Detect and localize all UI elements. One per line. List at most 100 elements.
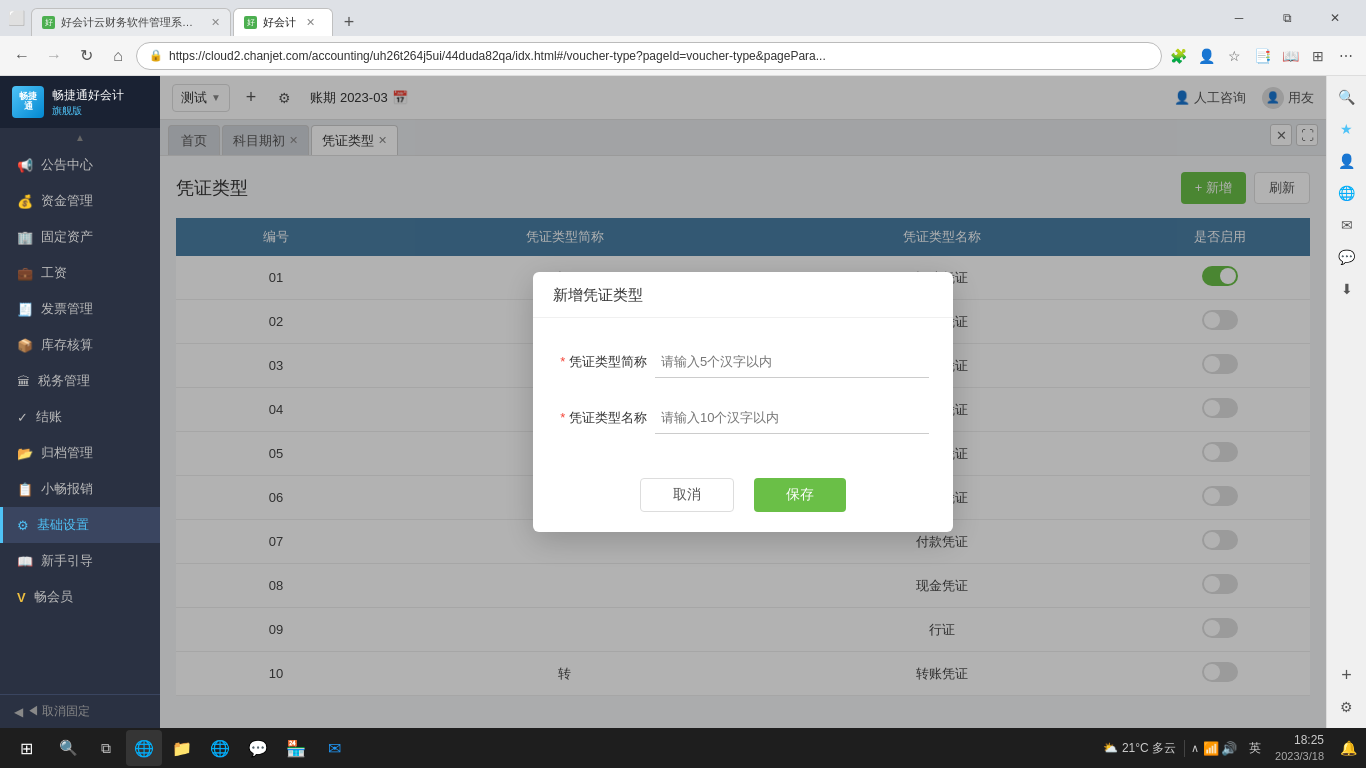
abbr-form-row: * 凭证类型简称	[557, 346, 929, 378]
edge-taskbar-btn[interactable]: 🌐	[126, 730, 162, 766]
browser-more-btn[interactable]: ⋯	[1334, 44, 1358, 68]
chrome-taskbar-btn[interactable]: 🌐	[202, 730, 238, 766]
checkout-icon: ✓	[17, 410, 28, 425]
split-screen-btn[interactable]: ⊞	[1306, 44, 1330, 68]
nav-label-settings: 基础设置	[37, 516, 89, 534]
name-input[interactable]	[655, 402, 929, 434]
nav-label-invoice: 发票管理	[41, 300, 93, 318]
address-input-wrapper: 🔒	[136, 42, 1162, 70]
favorites-btn[interactable]: ☆	[1222, 44, 1246, 68]
modal-body: * 凭证类型简称 * 凭证类型名称	[533, 318, 953, 470]
wechat-taskbar-btn[interactable]: 💬	[240, 730, 276, 766]
sidebar-subtitle: 旗舰版	[52, 104, 124, 118]
nav-item-settings[interactable]: ⚙ 基础设置	[0, 507, 160, 543]
chat-panel-btn[interactable]: 💬	[1334, 244, 1360, 270]
capital-icon: 💰	[17, 194, 33, 209]
star-panel-btn[interactable]: ★	[1334, 116, 1360, 142]
home-button[interactable]: ⌂	[104, 42, 132, 70]
restore-button[interactable]: ⧉	[1264, 4, 1310, 32]
nav-label-archive: 归档管理	[41, 444, 93, 462]
notification-btn[interactable]: 🔔	[1334, 730, 1362, 766]
tray-chevron[interactable]: ∧	[1189, 740, 1201, 757]
volume-tray-icon[interactable]: 🔊	[1221, 741, 1237, 756]
sidebar-logo: 畅捷通	[12, 86, 44, 118]
nav-item-member[interactable]: V 畅会员	[0, 579, 160, 615]
extensions-btn[interactable]: 🧩	[1166, 44, 1190, 68]
nav-item-notice[interactable]: 📢 公告中心	[0, 147, 160, 183]
user-panel-btn[interactable]: 👤	[1334, 148, 1360, 174]
nav-label-salary: 工资	[41, 264, 67, 282]
name-form-row: * 凭证类型名称	[557, 402, 929, 434]
profile-btn[interactable]: 👤	[1194, 44, 1218, 68]
network-tray-icon[interactable]: 📶	[1203, 741, 1219, 756]
abbr-input[interactable]	[655, 346, 929, 378]
search-panel-btn[interactable]: 🔍	[1334, 84, 1360, 110]
reload-button[interactable]: ↻	[72, 42, 100, 70]
start-button[interactable]: ⊞	[4, 730, 48, 766]
panel-settings-btn[interactable]: ⚙	[1334, 694, 1360, 720]
sys-tray: ∧ 📶 🔊	[1184, 740, 1241, 757]
input-lang[interactable]: 英	[1245, 738, 1265, 759]
window-controls: ─ ⧉ ✕	[1216, 4, 1358, 32]
browser-tab-1[interactable]: 好 好会计云财务软件管理系统_会计 ✕	[31, 8, 231, 36]
browser-tab-2[interactable]: 好 好会计 ✕	[233, 8, 333, 36]
tab2-favicon: 好	[244, 16, 257, 29]
scroll-indicator-top: ▲	[0, 128, 160, 147]
reading-view-btn[interactable]: 📖	[1278, 44, 1302, 68]
address-input[interactable]	[169, 49, 1149, 63]
right-panel: 🔍 ★ 👤 🌐 ✉ 💬 ⬇ + ⚙	[1326, 76, 1366, 728]
guide-icon: 📖	[17, 554, 33, 569]
address-bar: ← → ↻ ⌂ 🔒 🧩 👤 ☆ 📑 📖 ⊞ ⋯	[0, 36, 1366, 76]
clock[interactable]: 18:25 2023/3/18	[1269, 732, 1330, 764]
save-button[interactable]: 保存	[754, 478, 846, 512]
globe-panel-btn[interactable]: 🌐	[1334, 180, 1360, 206]
new-tab-button[interactable]: +	[335, 8, 363, 36]
forward-button[interactable]: →	[40, 42, 68, 70]
sidebar: 畅捷通 畅捷通好会计 旗舰版 ▲ 📢 公告中心 💰 资金管理 🏢 固定资产	[0, 76, 160, 728]
nav-item-inventory[interactable]: 📦 库存核算	[0, 327, 160, 363]
add-panel-btn[interactable]: +	[1334, 662, 1360, 688]
mail-panel-btn[interactable]: ✉	[1334, 212, 1360, 238]
nav-item-guide[interactable]: 📖 新手引导	[0, 543, 160, 579]
outlook-taskbar-btn[interactable]: ✉	[316, 730, 352, 766]
search-taskbar-btn[interactable]: 🔍	[50, 730, 86, 766]
back-button[interactable]: ←	[8, 42, 36, 70]
explorer-taskbar-btn[interactable]: 📁	[164, 730, 200, 766]
tab2-close[interactable]: ✕	[306, 16, 315, 29]
notice-icon: 📢	[17, 158, 33, 173]
tab1-favicon: 好	[42, 16, 55, 29]
modal-header: 新增凭证类型	[533, 272, 953, 318]
weather-info[interactable]: ⛅ 21°C 多云	[1099, 740, 1180, 757]
nav-item-salary[interactable]: 💼 工资	[0, 255, 160, 291]
close-button[interactable]: ✕	[1312, 4, 1358, 32]
assets-icon: 🏢	[17, 230, 33, 245]
nav-item-invoice[interactable]: 🧾 发票管理	[0, 291, 160, 327]
download-panel-btn[interactable]: ⬇	[1334, 276, 1360, 302]
modal-dialog: 新增凭证类型 * 凭证类型简称 * 凭证类型名称 取消 保存	[533, 272, 953, 532]
sidebar-title-wrapper: 畅捷通好会计 旗舰版	[52, 87, 124, 118]
unpin-label: ◀ 取消固定	[27, 703, 90, 720]
nav-item-capital[interactable]: 💰 资金管理	[0, 183, 160, 219]
modal-title: 新增凭证类型	[553, 286, 643, 305]
taskview-btn[interactable]: ⧉	[88, 730, 124, 766]
collections-btn[interactable]: 📑	[1250, 44, 1274, 68]
browser-chrome: ⬜ 好 好会计云财务软件管理系统_会计 ✕ 好 好会计 ✕ + ─ ⧉ ✕	[0, 0, 1366, 36]
nav-item-tax[interactable]: 🏛 税务管理	[0, 363, 160, 399]
abbr-label: * 凭证类型简称	[557, 353, 647, 371]
tab1-close[interactable]: ✕	[211, 16, 220, 29]
nav-item-checkout[interactable]: ✓ 结账	[0, 399, 160, 435]
cancel-button[interactable]: 取消	[640, 478, 734, 512]
nav-item-archive[interactable]: 📂 归档管理	[0, 435, 160, 471]
sidebar-header[interactable]: 畅捷通 畅捷通好会计 旗舰版	[0, 76, 160, 128]
minimize-button[interactable]: ─	[1216, 4, 1262, 32]
nav-item-assets[interactable]: 🏢 固定资产	[0, 219, 160, 255]
store-taskbar-btn[interactable]: 🏪	[278, 730, 314, 766]
tab1-title: 好会计云财务软件管理系统_会计	[61, 15, 203, 30]
nav-label-checkout: 结账	[36, 408, 62, 426]
nav-item-expense[interactable]: 📋 小畅报销	[0, 471, 160, 507]
nav-label-capital: 资金管理	[41, 192, 93, 210]
tax-icon: 🏛	[17, 374, 30, 389]
sidebar-footer[interactable]: ◀ ◀ 取消固定	[0, 694, 160, 728]
tab-bar: 好 好会计云财务软件管理系统_会计 ✕ 好 好会计 ✕ +	[31, 0, 1216, 36]
unpin-icon: ◀	[14, 705, 23, 719]
